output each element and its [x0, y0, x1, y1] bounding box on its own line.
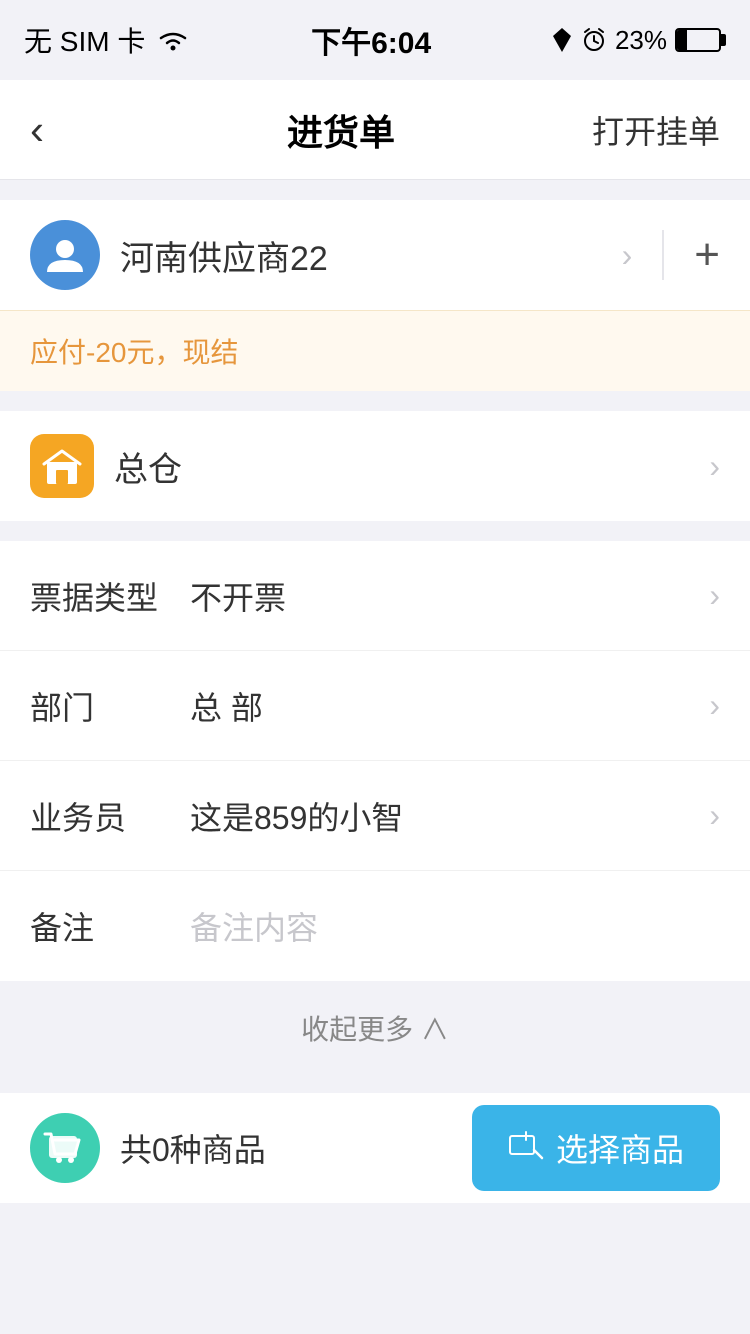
- select-product-icon: [508, 1130, 544, 1166]
- collapse-label: 收起更多 ∧: [301, 1008, 449, 1048]
- invoice-value: 不开票: [170, 573, 709, 619]
- salesperson-value: 这是859的小智: [170, 793, 709, 839]
- section-divider-1: [0, 180, 750, 200]
- form-row-invoice[interactable]: 票据类型 不开票 ›: [0, 541, 750, 651]
- form-row-remark[interactable]: 备注 备注内容: [0, 871, 750, 981]
- alarm-icon: [581, 26, 607, 54]
- invoice-chevron-icon: ›: [709, 577, 720, 614]
- warehouse-icon-bg: [30, 434, 94, 498]
- add-button[interactable]: +: [694, 230, 720, 280]
- person-icon: [42, 232, 88, 278]
- product-icon-bg: [30, 1113, 100, 1183]
- back-button[interactable]: ‹: [30, 106, 90, 154]
- collapse-row[interactable]: 收起更多 ∧: [0, 983, 750, 1073]
- bottom-bar: 共0种商品 选择商品: [0, 1093, 750, 1203]
- location-icon: [551, 26, 573, 54]
- select-product-button[interactable]: 选择商品: [472, 1105, 720, 1191]
- page-title: 进货单: [287, 104, 395, 156]
- warehouse-row[interactable]: 总仓 ›: [0, 411, 750, 521]
- main-content: 河南供应商22 › + 应付-20元，现结 总仓 ›: [0, 180, 750, 1203]
- nav-bar: ‹ 进货单 打开挂单: [0, 80, 750, 180]
- department-value: 总 部: [170, 683, 709, 729]
- invoice-label: 票据类型: [30, 573, 170, 619]
- product-count-text: 共0种商品: [120, 1125, 472, 1171]
- battery-text: 23%: [615, 25, 667, 56]
- form-card: 票据类型 不开票 › 部门 总 部 › 业务员 这是859的小智 › 备注 备注…: [0, 541, 750, 981]
- supplier-name: 河南供应商22: [120, 231, 622, 280]
- supplier-chevron-icon: ›: [622, 237, 633, 274]
- remark-input[interactable]: 备注内容: [170, 903, 720, 949]
- warehouse-name: 总仓: [114, 442, 709, 491]
- status-indicators: 23%: [551, 25, 726, 56]
- battery-icon: [675, 28, 726, 52]
- salesperson-label: 业务员: [30, 793, 170, 839]
- supplier-row[interactable]: 河南供应商22 › +: [0, 200, 750, 310]
- warehouse-icon: [42, 446, 82, 486]
- form-row-salesperson[interactable]: 业务员 这是859的小智 ›: [0, 761, 750, 871]
- department-chevron-icon: ›: [709, 687, 720, 724]
- status-bar: 无 SIM 卡 下午6:04 23%: [0, 0, 750, 80]
- wifi-icon: [155, 26, 191, 54]
- supplier-avatar: [30, 220, 100, 290]
- status-time: 下午6:04: [311, 18, 431, 62]
- form-row-department[interactable]: 部门 总 部 ›: [0, 651, 750, 761]
- salesperson-chevron-icon: ›: [709, 797, 720, 834]
- notice-text: 应付-20元，现结: [30, 337, 238, 368]
- supplier-vertical-divider: [662, 230, 664, 280]
- warehouse-chevron-icon: ›: [709, 448, 720, 485]
- carrier-info: 无 SIM 卡: [24, 20, 191, 60]
- notice-banner: 应付-20元，现结: [0, 310, 750, 391]
- section-divider-2: [0, 391, 750, 411]
- warehouse-card: 总仓 ›: [0, 411, 750, 521]
- open-pending-button[interactable]: 打开挂单: [592, 107, 720, 153]
- carrier-text: 无 SIM 卡: [24, 20, 145, 60]
- cart-icon: [43, 1126, 87, 1170]
- department-label: 部门: [30, 683, 170, 729]
- select-product-label: 选择商品: [556, 1125, 684, 1171]
- remark-label: 备注: [30, 903, 170, 949]
- supplier-card: 河南供应商22 › + 应付-20元，现结: [0, 200, 750, 391]
